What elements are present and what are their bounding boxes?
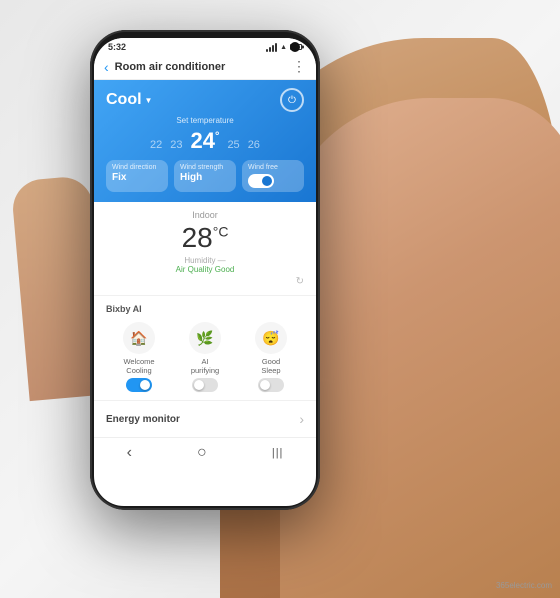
wind-free-label: Wind free [248, 164, 278, 171]
good-sleep-icon: 😴 [255, 322, 287, 354]
wind-direction-label: Wind direction [112, 164, 162, 171]
purifying-toggle-knob [194, 380, 204, 390]
camera-cutout [290, 42, 300, 52]
wind-strength-value: High [180, 172, 230, 183]
mode-dropdown-arrow: ▼ [145, 96, 153, 105]
air-quality-value: Good [215, 265, 235, 274]
ac-panel: Cool ▼ ⏻ Set temperature 22 23 24° 25 26… [94, 80, 316, 202]
temp-22[interactable]: 22 [150, 139, 162, 151]
status-time: 5:32 [108, 42, 126, 52]
watermark: 365electric.com [496, 581, 552, 590]
signal-icon [266, 43, 277, 52]
welcome-cooling-toggle[interactable] [126, 378, 152, 392]
wind-free-card: Wind free [242, 160, 304, 192]
app-header: ‹ Room air conditioner ⋮ [94, 54, 316, 80]
indoor-section: Indoor 28°C Humidity — Air Quality Good … [94, 202, 316, 296]
wifi-icon: ▲ [280, 44, 287, 51]
temp-25[interactable]: 25 [227, 139, 239, 151]
scene: 5:32 ▲ ‹ Room air conditi [0, 0, 560, 598]
indoor-temp-degree: °C [213, 224, 229, 240]
nav-home-button[interactable]: ○ [197, 444, 207, 462]
wind-direction-value: Fix [112, 172, 162, 183]
mode-row: Cool ▼ ⏻ [106, 88, 304, 112]
set-temperature-label: Set temperature [106, 116, 304, 125]
air-quality-label: Air Quality [176, 265, 213, 274]
temp-23[interactable]: 23 [170, 139, 182, 151]
nav-recent-button[interactable]: ||| [272, 447, 284, 459]
app-title: Room air conditioner [115, 61, 292, 73]
ai-purifying-label: AIpurifying [191, 357, 219, 375]
sleep-toggle-knob [260, 380, 270, 390]
hand-palm [280, 98, 560, 598]
indoor-temperature: 28°C [106, 222, 304, 254]
air-quality: Air Quality Good [106, 265, 304, 274]
welcome-toggle-knob [140, 380, 150, 390]
temp-26[interactable]: 26 [248, 139, 260, 151]
bixby-modes: 🏠 WelcomeCooling 🌿 AIpurifying [106, 322, 304, 392]
wind-strength-label: Wind strength [180, 164, 230, 171]
refresh-icon[interactable]: ↻ [106, 276, 304, 287]
nav-bar: ‹ ○ ||| [94, 437, 316, 466]
wind-strength-card: Wind strength High [174, 160, 236, 192]
temp-24-active[interactable]: 24° [191, 128, 220, 154]
ai-purifying-icon: 🌿 [189, 322, 221, 354]
energy-arrow: › [299, 411, 304, 427]
temp-degree: ° [215, 131, 219, 143]
bixby-mode-purifying: 🌿 AIpurifying [189, 322, 221, 392]
controls-row: Wind direction Fix Wind strength High Wi… [106, 160, 304, 192]
power-button[interactable]: ⏻ [280, 88, 304, 112]
bixby-title: Bixby AI [106, 304, 304, 314]
phone-screen: 5:32 ▲ ‹ Room air conditi [94, 38, 316, 506]
mode-text: Cool [106, 91, 142, 109]
good-sleep-toggle[interactable] [258, 378, 284, 392]
status-bar: 5:32 ▲ [94, 38, 316, 54]
good-sleep-label: GoodSleep [261, 357, 280, 375]
back-button[interactable]: ‹ [104, 59, 109, 75]
wind-direction-card: Wind direction Fix [106, 160, 168, 192]
bixby-mode-sleep: 😴 GoodSleep [255, 322, 287, 392]
welcome-cooling-label: WelcomeCooling [123, 357, 154, 375]
mode-selector[interactable]: Cool ▼ [106, 91, 152, 109]
indoor-temp-value: 28 [182, 222, 213, 253]
toggle-knob [262, 176, 272, 186]
ai-purifying-toggle[interactable] [192, 378, 218, 392]
indoor-label: Indoor [106, 210, 304, 220]
bixby-mode-welcome: 🏠 WelcomeCooling [123, 322, 155, 392]
energy-section[interactable]: Energy monitor › [94, 401, 316, 437]
temperature-row: 22 23 24° 25 26 [106, 128, 304, 154]
phone: 5:32 ▲ ‹ Room air conditi [90, 30, 320, 510]
bixby-section: Bixby AI 🏠 WelcomeCooling 🌿 AIpurifying [94, 296, 316, 401]
energy-label: Energy monitor [106, 414, 180, 425]
nav-back-button[interactable]: ‹ [127, 444, 132, 462]
humidity-text: Humidity — [106, 256, 304, 265]
wind-free-toggle[interactable] [248, 174, 274, 188]
welcome-cooling-icon: 🏠 [123, 322, 155, 354]
more-button[interactable]: ⋮ [292, 58, 306, 75]
